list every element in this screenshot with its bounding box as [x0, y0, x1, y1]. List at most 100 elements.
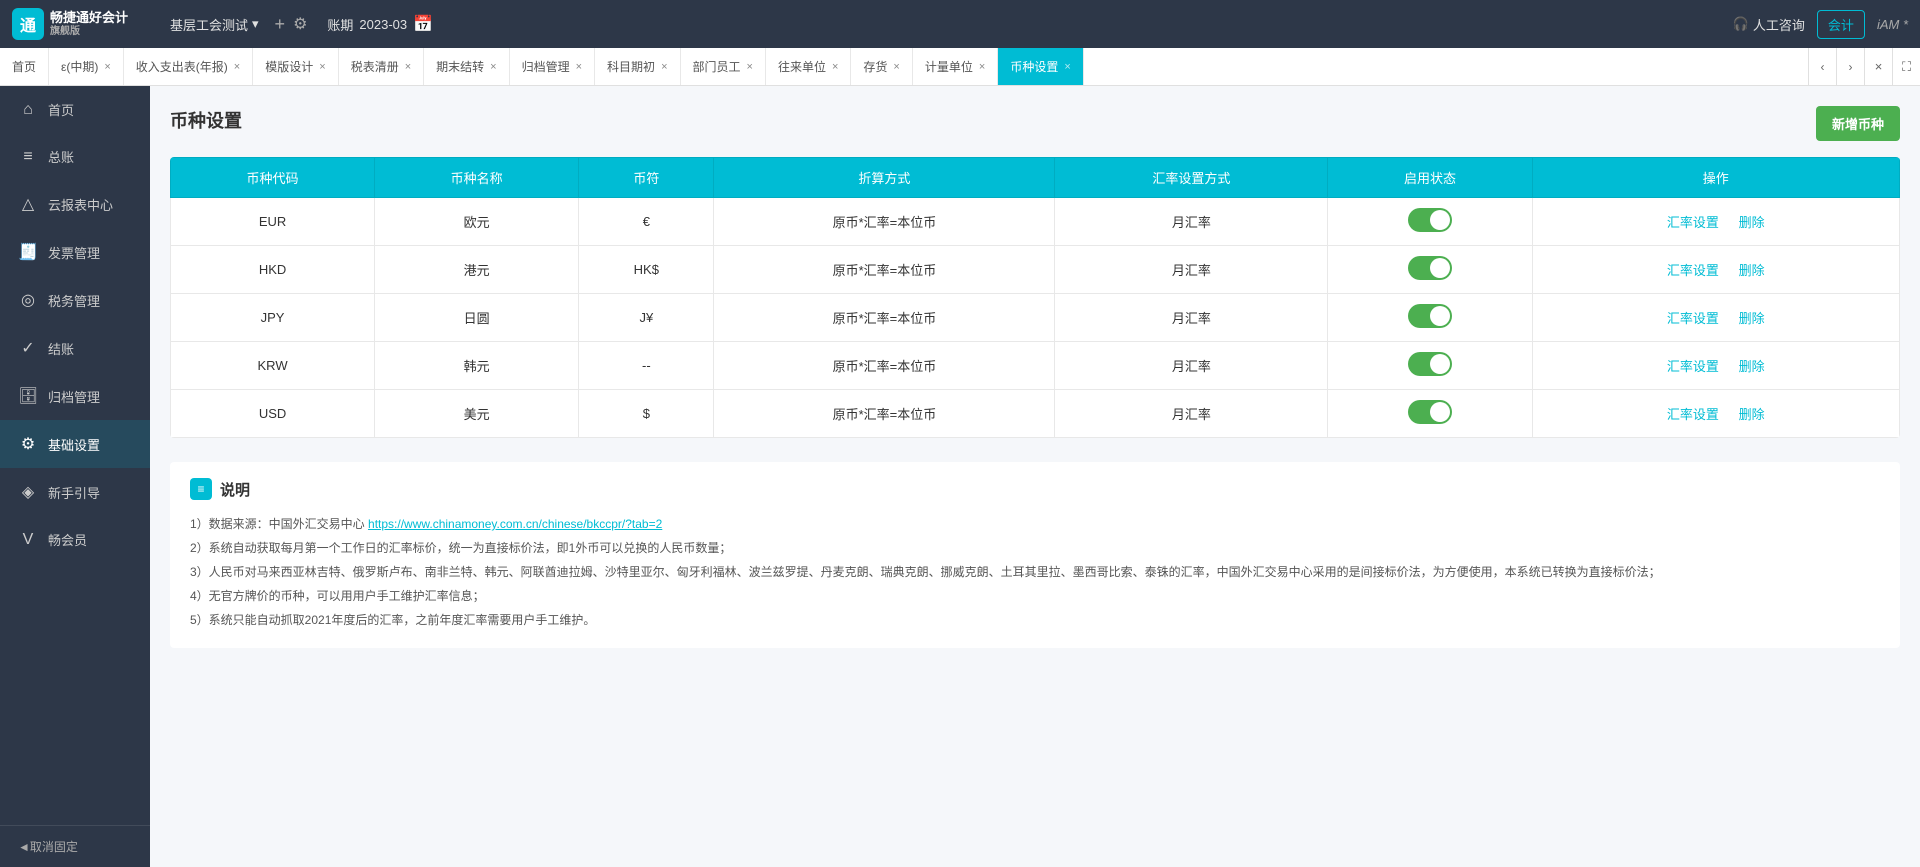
rate-setting-link[interactable]: 汇率设置: [1667, 215, 1719, 230]
sidebar-pin-toggle[interactable]: ◄取消固定: [0, 825, 150, 867]
sidebar-home-label: 首页: [48, 100, 74, 119]
calendar-icon[interactable]: 📅: [413, 14, 433, 34]
notes-item: 1）数据来源：中国外汇交易中心 https://www.chinamoney.c…: [190, 512, 1880, 536]
tab-prev-arrow[interactable]: ‹: [1808, 48, 1836, 86]
tab-template-close[interactable]: ×: [319, 61, 325, 73]
cell-name: 美元: [375, 390, 579, 438]
tab-midterm-close[interactable]: ×: [104, 61, 110, 73]
tab-period-close-label: 期末结转: [436, 58, 484, 75]
delete-link[interactable]: 删除: [1739, 263, 1765, 278]
tab-taxclear[interactable]: 税表清册 ×: [339, 48, 424, 86]
app-logo: 通 畅捷通好会计 旗舰版: [12, 8, 142, 40]
sidebar-ledger-label: 总账: [48, 147, 74, 166]
sidebar-item-archive[interactable]: 🗄 归档管理: [0, 372, 150, 420]
cell-code: KRW: [171, 342, 375, 390]
col-action: 操作: [1532, 158, 1899, 198]
toggle-switch[interactable]: [1408, 208, 1452, 232]
archive-icon: 🗄: [18, 386, 38, 406]
rate-setting-link[interactable]: 汇率设置: [1667, 407, 1719, 422]
tab-subject-init-close[interactable]: ×: [661, 61, 667, 73]
tab-midterm[interactable]: ε(中期) ×: [49, 48, 124, 86]
tab-template[interactable]: 模版设计 ×: [253, 48, 338, 86]
tab-currency-close[interactable]: ×: [1064, 61, 1070, 73]
cell-calc: 原币*汇率=本位币: [714, 198, 1055, 246]
tab-customers-close[interactable]: ×: [832, 61, 838, 73]
logo-icon: 通: [12, 8, 44, 40]
tab-department-close[interactable]: ×: [747, 61, 753, 73]
tab-next-arrow[interactable]: ›: [1836, 48, 1864, 86]
tab-archive[interactable]: 归档管理 ×: [510, 48, 595, 86]
home-icon: ⌂: [18, 101, 38, 119]
cell-status[interactable]: [1328, 390, 1532, 438]
tab-home[interactable]: 首页: [0, 48, 49, 86]
logo-text: 畅捷通好会计 旗舰版: [50, 10, 128, 38]
tab-annual-close[interactable]: ×: [234, 61, 240, 73]
tab-customers[interactable]: 往来单位 ×: [766, 48, 851, 86]
sidebar-item-invoices[interactable]: 🧾 发票管理: [0, 228, 150, 276]
cell-actions: 汇率设置 删除: [1532, 198, 1899, 246]
col-name: 币种名称: [375, 158, 579, 198]
sidebar-item-closing[interactable]: ✓ 结账: [0, 324, 150, 372]
sidebar-item-tax[interactable]: ◎ 税务管理: [0, 276, 150, 324]
period-area: 账期 2023-03 📅: [327, 14, 433, 34]
tab-close-all[interactable]: ×: [1864, 48, 1892, 86]
cell-calc: 原币*汇率=本位币: [714, 294, 1055, 342]
tab-archive-close[interactable]: ×: [576, 61, 582, 73]
tab-period-close[interactable]: 期末结转 ×: [424, 48, 509, 86]
tab-period-close-x[interactable]: ×: [490, 61, 496, 73]
tab-department[interactable]: 部门员工 ×: [681, 48, 766, 86]
tab-taxclear-close[interactable]: ×: [405, 61, 411, 73]
support-button[interactable]: 🎧 人工咨询: [1733, 15, 1805, 34]
tab-currency-label: 币种设置: [1010, 58, 1058, 75]
rate-setting-link[interactable]: 汇率设置: [1667, 359, 1719, 374]
cell-symbol: $: [579, 390, 714, 438]
sidebar-settings-label: 基础设置: [48, 435, 100, 454]
toggle-switch[interactable]: [1408, 304, 1452, 328]
tab-inventory-close[interactable]: ×: [893, 61, 899, 73]
cell-status[interactable]: [1328, 246, 1532, 294]
cell-name: 日圆: [375, 294, 579, 342]
tab-home-label: 首页: [12, 58, 36, 75]
tab-currency[interactable]: 币种设置 ×: [998, 48, 1083, 86]
tab-units-close[interactable]: ×: [979, 61, 985, 73]
invoice-icon: 🧾: [18, 242, 38, 262]
delete-link[interactable]: 删除: [1739, 215, 1765, 230]
delete-link[interactable]: 删除: [1739, 311, 1765, 326]
rate-setting-link[interactable]: 汇率设置: [1667, 311, 1719, 326]
toggle-switch[interactable]: [1408, 256, 1452, 280]
tab-subject-init[interactable]: 科目期初 ×: [595, 48, 680, 86]
tab-annual-label: 收入支出表(年报): [136, 58, 228, 75]
tab-inventory[interactable]: 存货 ×: [851, 48, 912, 86]
delete-link[interactable]: 删除: [1739, 407, 1765, 422]
cell-rate-type: 月汇率: [1055, 294, 1328, 342]
tab-units[interactable]: 计量单位 ×: [913, 48, 998, 86]
guide-icon: ◈: [18, 482, 38, 502]
delete-link[interactable]: 删除: [1739, 359, 1765, 374]
new-currency-button[interactable]: 新增币种: [1816, 106, 1900, 141]
settings-icon[interactable]: ⚙: [293, 14, 307, 34]
col-symbol: 币符: [579, 158, 714, 198]
workspace-selector[interactable]: 基层工会测试 ▾: [162, 11, 267, 38]
cell-status[interactable]: [1328, 294, 1532, 342]
tab-expand[interactable]: ⛶: [1892, 48, 1920, 86]
toggle-switch[interactable]: [1408, 352, 1452, 376]
cell-code: EUR: [171, 198, 375, 246]
sidebar-item-ledger[interactable]: ≡ 总账: [0, 133, 150, 180]
sidebar-tax-label: 税务管理: [48, 291, 100, 310]
workspace-area: 基层工会测试 ▾ + ⚙: [162, 11, 307, 38]
account-button[interactable]: 会计: [1817, 10, 1865, 39]
cell-status[interactable]: [1328, 198, 1532, 246]
sidebar-item-guide[interactable]: ◈ 新手引导: [0, 468, 150, 516]
add-workspace-icon[interactable]: +: [275, 15, 286, 33]
chinamoney-link[interactable]: https://www.chinamoney.com.cn/chinese/bk…: [368, 517, 662, 531]
sidebar-item-reports[interactable]: △ 云报表中心: [0, 180, 150, 228]
cell-rate-type: 月汇率: [1055, 342, 1328, 390]
sidebar-item-member[interactable]: V 畅会员: [0, 516, 150, 563]
pin-label: ◄取消固定: [18, 838, 78, 855]
toggle-switch[interactable]: [1408, 400, 1452, 424]
cell-status[interactable]: [1328, 342, 1532, 390]
sidebar-item-home[interactable]: ⌂ 首页: [0, 86, 150, 133]
sidebar-item-settings[interactable]: ⚙ 基础设置: [0, 420, 150, 468]
rate-setting-link[interactable]: 汇率设置: [1667, 263, 1719, 278]
tab-annual[interactable]: 收入支出表(年报) ×: [124, 48, 253, 86]
